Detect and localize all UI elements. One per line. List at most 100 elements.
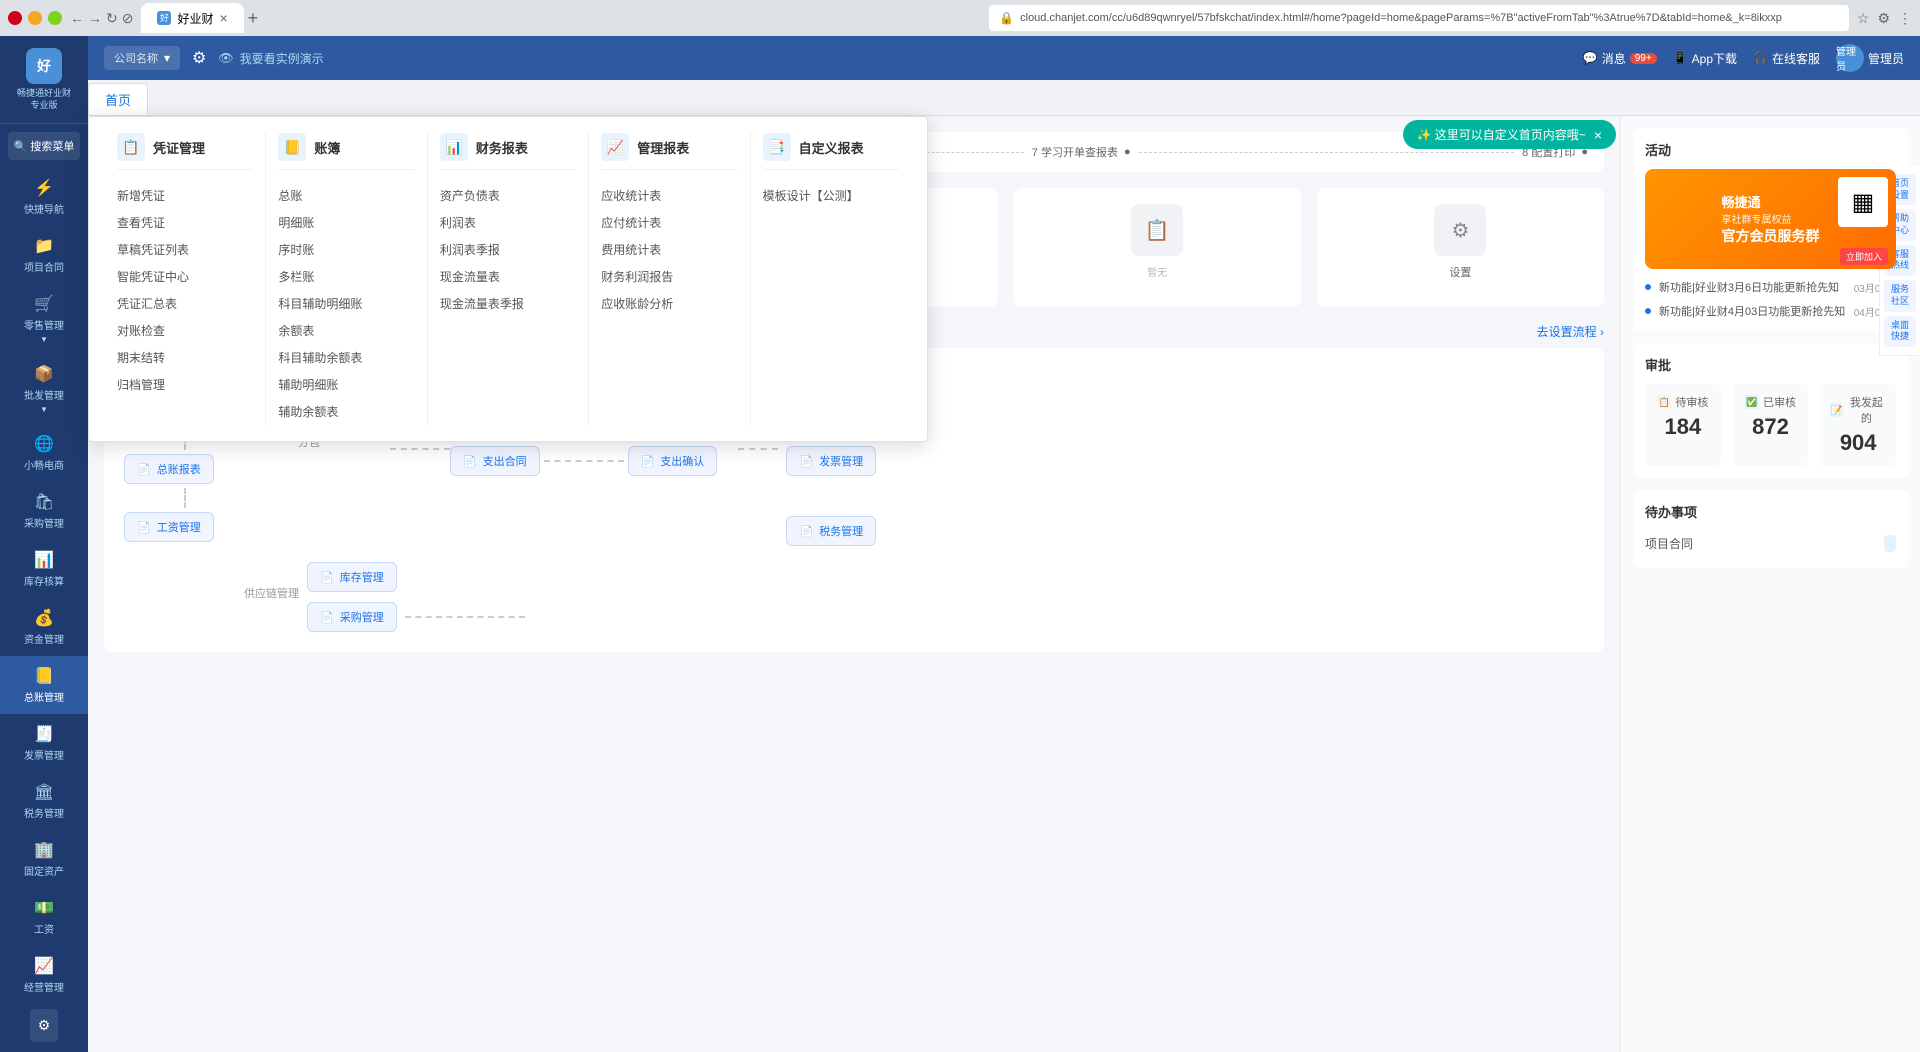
custom-header-icon: 📑 <box>763 133 791 161</box>
menu-item-reconciliation[interactable]: 对账检查 <box>117 317 253 344</box>
menu-col-mgmt: 📈 管理报表 应收统计表 应付统计表 费用统计表 财务利润报告 应收账龄分析 <box>589 133 750 425</box>
browser-chrome: ← → ↻ ⊘ 好 好业财 × + 🔒 cloud.chanjet.com/cc… <box>0 0 1920 36</box>
menu-dropdown: 📋 凭证管理 新增凭证 查看凭证 草稿凭证列表 智能凭证中心 凭证汇总表 对账检… <box>88 116 928 442</box>
online-support-button[interactable]: 🎧 在线客服 <box>1753 50 1820 67</box>
finance-header-icon: 📊 <box>440 133 468 161</box>
menu-item-chronological[interactable]: 序时账 <box>278 236 414 263</box>
menu-mgmt-header: 📈 管理报表 <box>601 133 737 170</box>
company-name: 公司名称 <box>114 50 158 66</box>
ledger-header-icon: 📒 <box>278 133 306 161</box>
home-nav-button[interactable]: ⊘ <box>122 10 134 27</box>
menu-item-aux-detail[interactable]: 辅助明细账 <box>278 371 414 398</box>
menu-col-ledger: 📒 账簿 总账 明细账 序时账 多栏账 科目辅助明细账 余额表 科目辅助余额表 … <box>266 133 427 425</box>
bookmark-icon[interactable]: ☆ <box>1857 10 1870 27</box>
sidebar-item-inventory[interactable]: 📊库存核算 <box>0 540 88 598</box>
back-button[interactable]: ← <box>70 10 84 27</box>
sidebar-item-retail[interactable]: 🛒零售管理▼ <box>0 284 88 354</box>
new-tab-button[interactable]: + <box>248 9 259 27</box>
sidebar-item-tax[interactable]: 🏛税务管理 <box>0 772 88 830</box>
voucher-title: 凭证管理 <box>153 138 205 157</box>
menu-ledger-header: 📒 账簿 <box>278 133 414 170</box>
menu-item-finance-profit[interactable]: 财务利润报告 <box>601 263 737 290</box>
menu-item-receivable-stats[interactable]: 应收统计表 <box>601 182 737 209</box>
messages-button[interactable]: 💬 消息 99+ <box>1583 50 1657 67</box>
messages-icon: 💬 <box>1583 51 1598 65</box>
sidebar-item-salary[interactable]: 💵工资 <box>0 888 88 946</box>
menu-item-template-design[interactable]: 模板设计【公测】 <box>763 182 899 209</box>
menu-item-smart-center[interactable]: 智能凭证中心 <box>117 263 253 290</box>
menu-item-subject-detail[interactable]: 科目辅助明细账 <box>278 290 414 317</box>
window-minimize-button[interactable] <box>28 11 42 25</box>
window-maximize-button[interactable] <box>48 11 62 25</box>
sidebar-settings-button[interactable]: ⚙ <box>30 1009 59 1042</box>
custom-report-title: 自定义报表 <box>799 138 864 157</box>
sidebar-logo: 好 畅捷通好业财专业版 <box>0 36 88 124</box>
logo-icon: 好 <box>26 48 62 84</box>
sidebar-item-operations[interactable]: 📈经营管理 <box>0 946 88 999</box>
menu-voucher-header: 📋 凭证管理 <box>117 133 253 170</box>
menu-item-detail-account[interactable]: 明细账 <box>278 209 414 236</box>
sidebar-item-capital[interactable]: 💰资金管理 <box>0 598 88 656</box>
url-text: cloud.chanjet.com/cc/u6d89qwnryel/57bfsk… <box>1020 12 1782 24</box>
app-download-button[interactable]: 📱 App下载 <box>1673 50 1737 67</box>
menu-item-draft-list[interactable]: 草稿凭证列表 <box>117 236 253 263</box>
menu-item-aux-balance[interactable]: 辅助余额表 <box>278 398 414 425</box>
menu-item-subject-balance[interactable]: 科目辅助余额表 <box>278 344 414 371</box>
mgmt-report-title: 管理报表 <box>637 138 689 157</box>
sidebar-item-assets[interactable]: 🏢固定资产 <box>0 830 88 888</box>
menu-item-multi-column[interactable]: 多栏账 <box>278 263 414 290</box>
menu-item-cashflow-quarterly[interactable]: 现金流量表季报 <box>440 290 576 317</box>
sidebar-item-accounting[interactable]: 📒总账管理 <box>0 656 88 714</box>
more-icon[interactable]: ⋮ <box>1898 10 1912 27</box>
company-dropdown[interactable]: 公司名称 ▾ <box>104 46 180 70</box>
menu-item-general-ledger[interactable]: 总账 <box>278 182 414 209</box>
demo-icon: 👁 <box>218 51 233 65</box>
menu-finance-header: 📊 财务报表 <box>440 133 576 170</box>
sidebar-item-invoice[interactable]: 🧾发票管理 <box>0 714 88 772</box>
header-settings-icon[interactable]: ⚙ <box>192 48 206 68</box>
nav-buttons: ← → ↻ ⊘ <box>70 10 133 27</box>
logo-text: 畅捷通好业财专业版 <box>8 88 80 111</box>
forward-button[interactable]: → <box>88 10 102 27</box>
download-icon: 📱 <box>1673 51 1688 65</box>
finance-report-title: 财务报表 <box>476 138 528 157</box>
menu-item-balance[interactable]: 余额表 <box>278 317 414 344</box>
menu-item-expense-stats[interactable]: 费用统计表 <box>601 236 737 263</box>
voucher-header-icon: 📋 <box>117 133 145 161</box>
messages-badge: 99+ <box>1630 53 1657 64</box>
menu-grid: 📋 凭证管理 新增凭证 查看凭证 草稿凭证列表 智能凭证中心 凭证汇总表 对账检… <box>105 133 911 425</box>
menu-item-voucher-summary[interactable]: 凭证汇总表 <box>117 290 253 317</box>
sidebar-bottom: ⚙ <box>20 999 69 1052</box>
search-menu-button[interactable]: 🔍 搜索菜单 <box>8 132 80 160</box>
sidebar-item-ecommerce[interactable]: 🌐小畅电商 <box>0 424 88 482</box>
sidebar-item-project[interactable]: 📁项目合同 <box>0 226 88 284</box>
menu-col-custom: 📑 自定义报表 模板设计【公测】 <box>751 133 911 425</box>
menu-item-add-voucher[interactable]: 新增凭证 <box>117 182 253 209</box>
menu-col-voucher: 📋 凭证管理 新增凭证 查看凭证 草稿凭证列表 智能凭证中心 凭证汇总表 对账检… <box>105 133 266 425</box>
menu-item-payable-stats[interactable]: 应付统计表 <box>601 209 737 236</box>
menu-overlay[interactable]: 📋 凭证管理 新增凭证 查看凭证 草稿凭证列表 智能凭证中心 凭证汇总表 对账检… <box>88 80 1920 1052</box>
sidebar-search-section: 🔍 搜索菜单 <box>0 124 88 168</box>
menu-item-view-voucher[interactable]: 查看凭证 <box>117 209 253 236</box>
menu-item-profit-quarterly[interactable]: 利润表季报 <box>440 236 576 263</box>
sidebar-item-wholesale[interactable]: 📦批发管理▼ <box>0 354 88 424</box>
reload-button[interactable]: ↻ <box>106 10 118 27</box>
browser-tab-active[interactable]: 好 好业财 × <box>141 3 243 33</box>
sidebar-item-purchase[interactable]: 🛍采购管理 <box>0 482 88 540</box>
menu-item-balance-sheet[interactable]: 资产负债表 <box>440 182 576 209</box>
sidebar-item-quicknav[interactable]: ⚡快捷导航 <box>0 168 88 226</box>
sidebar: 好 畅捷通好业财专业版 🔍 搜索菜单 ⚡快捷导航 📁项目合同 🛒零售管理▼ 📦批… <box>0 36 88 1052</box>
demo-link[interactable]: 👁 我要看实例演示 <box>218 50 323 67</box>
menu-item-period-end[interactable]: 期末结转 <box>117 344 253 371</box>
menu-item-archive[interactable]: 归档管理 <box>117 371 253 398</box>
menu-item-profit-loss[interactable]: 利润表 <box>440 209 576 236</box>
window-controls <box>8 11 62 25</box>
window-close-button[interactable] <box>8 11 22 25</box>
tab-close-icon[interactable]: × <box>219 10 227 26</box>
address-bar[interactable]: 🔒 cloud.chanjet.com/cc/u6d89qwnryel/57bf… <box>989 5 1849 31</box>
extension-icon[interactable]: ⚙ <box>1877 10 1890 27</box>
menu-item-aging-analysis[interactable]: 应收账龄分析 <box>601 290 737 317</box>
menu-item-cashflow[interactable]: 现金流量表 <box>440 263 576 290</box>
menu-col-finance: 📊 财务报表 资产负债表 利润表 利润表季报 现金流量表 现金流量表季报 <box>428 133 589 425</box>
user-profile[interactable]: 管理员 管理员 <box>1836 44 1904 72</box>
